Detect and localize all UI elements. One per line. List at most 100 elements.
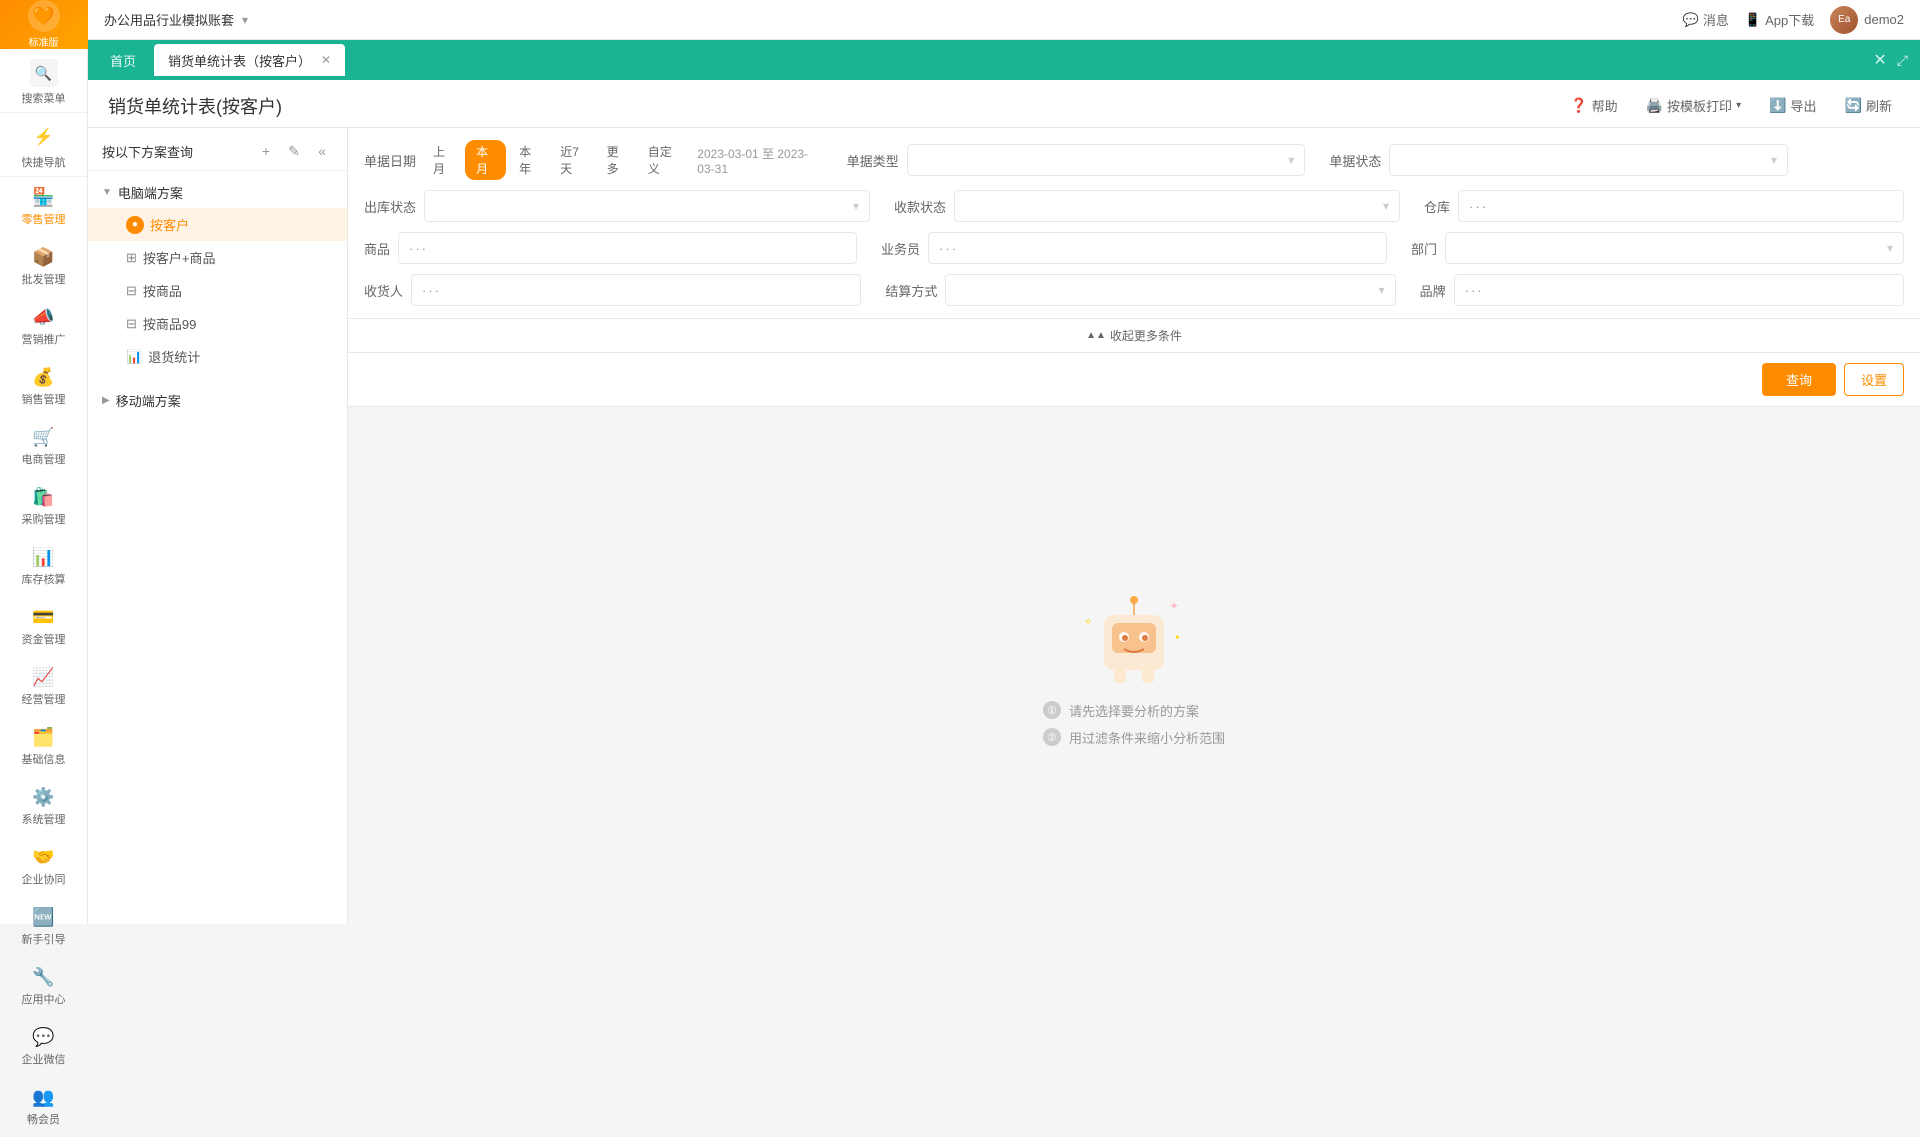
tree-group-mobile-header[interactable]: ▶ 移动端方案 — [88, 385, 347, 416]
brand-label: 品牌 — [1420, 281, 1446, 300]
more-btn[interactable]: 更多 — [598, 140, 635, 180]
print-dropdown-icon[interactable]: ▾ — [1736, 100, 1741, 111]
sidebar-item-guide[interactable]: 🆕 新手引导 — [0, 897, 87, 957]
print-label: 按模板打印 — [1667, 96, 1732, 115]
tree-item-by-customer[interactable]: ● 按客户 — [88, 208, 347, 241]
sidebar-item-marketing[interactable]: 📣 营销推广 — [0, 297, 87, 357]
custom-btn[interactable]: 自定义 — [639, 140, 686, 180]
tree-group-desktop-header[interactable]: ▼ 电脑端方案 — [88, 177, 347, 208]
last-7-btn[interactable]: 近7天 — [551, 140, 593, 180]
settlement-select[interactable]: ▾ — [945, 274, 1395, 306]
tree-item-return-stats[interactable]: 📊 退货统计 — [88, 340, 347, 373]
purchase-icon: 🛍️ — [32, 487, 54, 508]
wechat-icon: 💬 — [32, 1027, 54, 1048]
dept-select[interactable]: ▾ — [1445, 232, 1904, 264]
sidebar-item-wechat[interactable]: 💬 企业微信 — [0, 1017, 87, 1077]
collapse-up-icon: ▲▲ — [1086, 330, 1106, 341]
sidebar-item-ecommerce[interactable]: 🛒 电商管理 — [0, 417, 87, 477]
sidebar-item-apps[interactable]: 🔧 应用中心 — [0, 957, 87, 1017]
user-menu[interactable]: Ea demo2 — [1830, 6, 1904, 34]
refresh-button[interactable]: 🔄 刷新 — [1837, 92, 1900, 119]
tab-sales-stat[interactable]: 销货单统计表（按客户） ✕ — [154, 44, 345, 76]
guide-label: 新手引导 — [22, 931, 66, 947]
goods-label: 商品 — [364, 239, 390, 258]
warehouse-select[interactable]: ··· — [1458, 190, 1904, 222]
last-month-btn[interactable]: 上月 — [424, 140, 461, 180]
doc-type-select[interactable]: ▾ — [907, 144, 1306, 176]
collapse-panel-button[interactable]: « — [311, 140, 333, 162]
avatar: Ea — [1830, 6, 1858, 34]
sidebar-item-system[interactable]: ⚙️ 系统管理 — [0, 777, 87, 837]
tree-item-by-customer-goods[interactable]: ⊞ 按客户+商品 — [88, 241, 347, 274]
tip-num-1: ① — [1043, 701, 1061, 719]
tab-close-window-icon[interactable]: ✕ — [1873, 50, 1886, 70]
out-status-select[interactable]: ▾ — [424, 190, 870, 222]
sidebar-item-purchase[interactable]: 🛍️ 采购管理 — [0, 477, 87, 537]
tab-maximize-icon[interactable]: ⤢ — [1897, 52, 1908, 69]
right-panel: 单据日期 上月 本月 本年 近7天 更多 自定义 2023-03-01 至 20… — [348, 128, 1920, 924]
basic-label: 基础信息 — [22, 751, 66, 767]
apps-icon: 🔧 — [32, 967, 54, 988]
goods-select[interactable]: ··· — [398, 232, 857, 264]
svg-text:✦: ✦ — [1174, 633, 1181, 642]
sidebar-item-member[interactable]: 👥 畅会员 — [0, 1077, 87, 1137]
tab-home[interactable]: 首页 — [96, 44, 150, 76]
recipient-select[interactable]: ··· — [411, 274, 861, 306]
filter-row-3: 商品 ··· 业务员 ··· 部门 ▾ — [364, 232, 1904, 264]
app-download-button[interactable]: 📱 App下载 — [1745, 10, 1814, 29]
header-dropdown-icon[interactable]: ▾ — [242, 13, 248, 27]
tree-item-by-goods[interactable]: ⊟ 按商品 — [88, 274, 347, 307]
print-button[interactable]: 🖨️ 按模板打印 ▾ — [1638, 92, 1749, 119]
add-scheme-button[interactable]: + — [255, 140, 277, 162]
sidebar-item-wholesale[interactable]: 📦 批发管理 — [0, 237, 87, 297]
salesperson-select[interactable]: ··· — [928, 232, 1387, 264]
wholesale-icon: 📦 — [32, 247, 54, 268]
sidebar-item-sales[interactable]: 💰 销售管理 — [0, 357, 87, 417]
sidebar-item-inventory[interactable]: 📊 库存核算 — [0, 537, 87, 597]
receipt-status-arrow: ▾ — [1383, 199, 1389, 213]
inventory-label: 库存核算 — [22, 571, 66, 587]
guide-icon: 🆕 — [32, 907, 54, 928]
this-month-btn[interactable]: 本月 — [465, 140, 506, 180]
this-year-btn[interactable]: 本年 — [510, 140, 547, 180]
sidebar-item-enterprise[interactable]: 🤝 企业协同 — [0, 837, 87, 897]
app-logo: 🧡 标准版 — [0, 0, 88, 49]
doc-status-select[interactable]: ▾ — [1389, 144, 1788, 176]
header-industry-title: 办公用品行业模拟账套 — [104, 10, 234, 29]
filter-area: 单据日期 上月 本月 本年 近7天 更多 自定义 2023-03-01 至 20… — [348, 128, 1920, 319]
sidebar-search-section[interactable]: 🔍 搜索菜单 — [0, 49, 87, 113]
brand-select[interactable]: ··· — [1454, 274, 1904, 306]
export-button[interactable]: ⬇️ 导出 — [1761, 92, 1824, 119]
tree-item-by-goods-99[interactable]: ⊟ 按商品99 — [88, 307, 347, 340]
message-button[interactable]: 💬 消息 — [1683, 10, 1729, 29]
recipient-label: 收货人 — [364, 281, 403, 300]
print-icon: 🖨️ — [1646, 97, 1663, 114]
tip-text-1: 请先选择要分析的方案 — [1069, 701, 1199, 720]
help-button[interactable]: ❓ 帮助 — [1562, 92, 1625, 119]
download-icon: 📱 — [1745, 12, 1761, 28]
inventory-icon: 📊 — [32, 547, 54, 568]
sidebar-item-basic[interactable]: 🗂️ 基础信息 — [0, 717, 87, 777]
edit-scheme-button[interactable]: ✎ — [283, 140, 305, 162]
sidebar-item-finance[interactable]: 💳 资金管理 — [0, 597, 87, 657]
export-label: 导出 — [1791, 96, 1817, 115]
logo-icon: 🧡 — [28, 0, 60, 32]
refresh-icon: 🔄 — [1845, 97, 1862, 114]
return-stats-label: 退货统计 — [148, 347, 200, 366]
system-label: 系统管理 — [22, 811, 66, 827]
tab-sales-stat-label: 销货单统计表（按客户） — [168, 51, 311, 70]
tab-close-icon[interactable]: ✕ — [321, 53, 331, 67]
settings-button[interactable]: 设置 — [1844, 363, 1904, 396]
empty-state: ✦ ✧ ✦ ① 请先选择要分析的方案 ② 用过滤条件来缩小分析范围 — [348, 407, 1920, 924]
quick-nav-section[interactable]: ⚡ 快捷导航 — [0, 113, 87, 177]
sidebar-item-operations[interactable]: 📈 经营管理 — [0, 657, 87, 717]
tip-text-2: 用过滤条件来缩小分析范围 — [1069, 728, 1225, 747]
return-stats-icon: 📊 — [126, 349, 142, 365]
collapse-bar[interactable]: ▲▲ 收起更多条件 — [348, 319, 1920, 353]
sidebar-item-retail[interactable]: 🏪 零售管理 — [0, 177, 87, 237]
query-button[interactable]: 查询 — [1762, 363, 1836, 396]
left-panel-title: 按以下方案查询 — [102, 142, 193, 161]
receipt-status-select[interactable]: ▾ — [954, 190, 1400, 222]
action-bar: 查询 设置 — [348, 353, 1920, 407]
quick-nav-label: 快捷导航 — [22, 154, 66, 170]
